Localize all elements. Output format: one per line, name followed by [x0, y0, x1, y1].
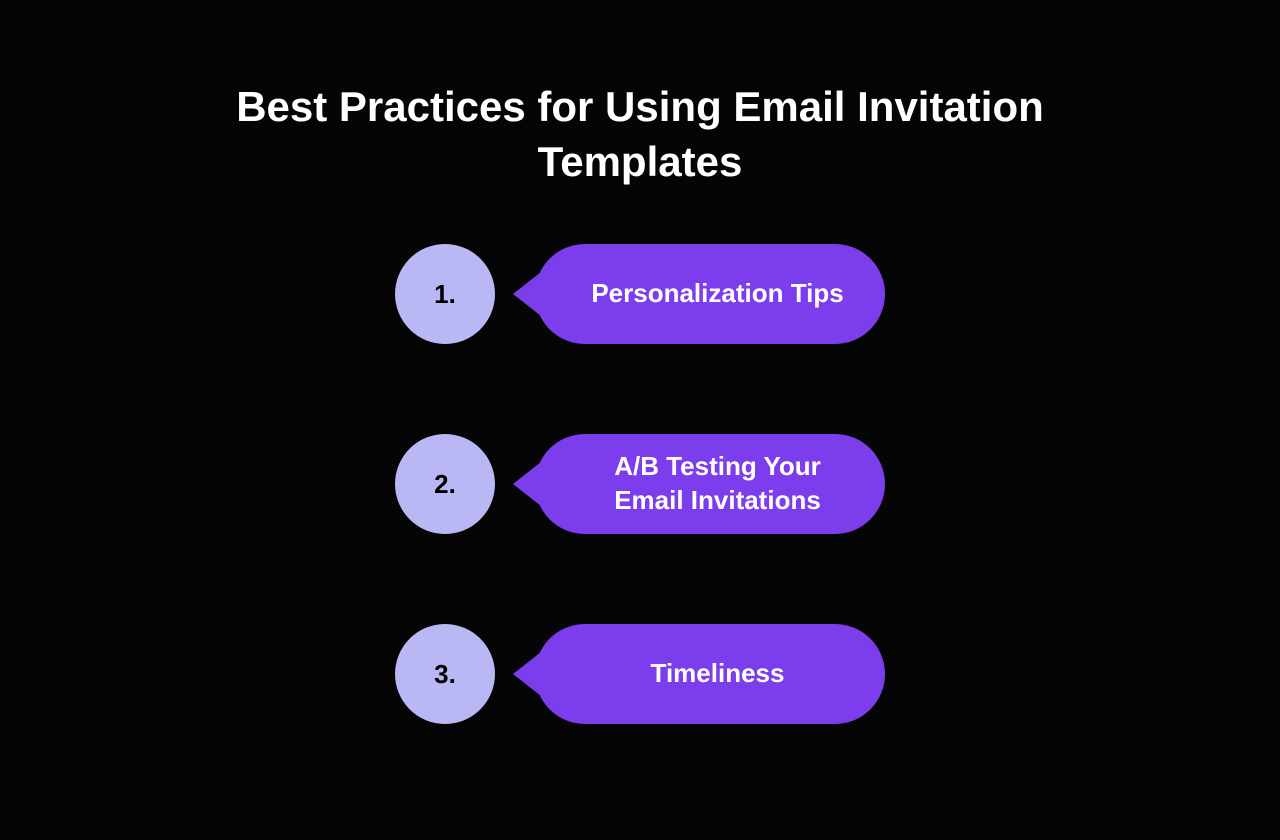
page-title: Best Practices for Using Email Invitatio… — [0, 0, 1280, 229]
step-label: A/B Testing Your Email Invitations — [535, 434, 885, 534]
number-badge: 1. — [395, 244, 495, 344]
number-badge: 2. — [395, 434, 495, 534]
list-item: 2. A/B Testing Your Email Invitations — [395, 434, 885, 534]
steps-list: 1. Personalization Tips 2. A/B Testing Y… — [0, 229, 1280, 724]
number-badge: 3. — [395, 624, 495, 724]
list-item: 1. Personalization Tips — [395, 244, 885, 344]
step-label: Personalization Tips — [535, 244, 885, 344]
list-item: 3. Timeliness — [395, 624, 885, 724]
step-label: Timeliness — [535, 624, 885, 724]
